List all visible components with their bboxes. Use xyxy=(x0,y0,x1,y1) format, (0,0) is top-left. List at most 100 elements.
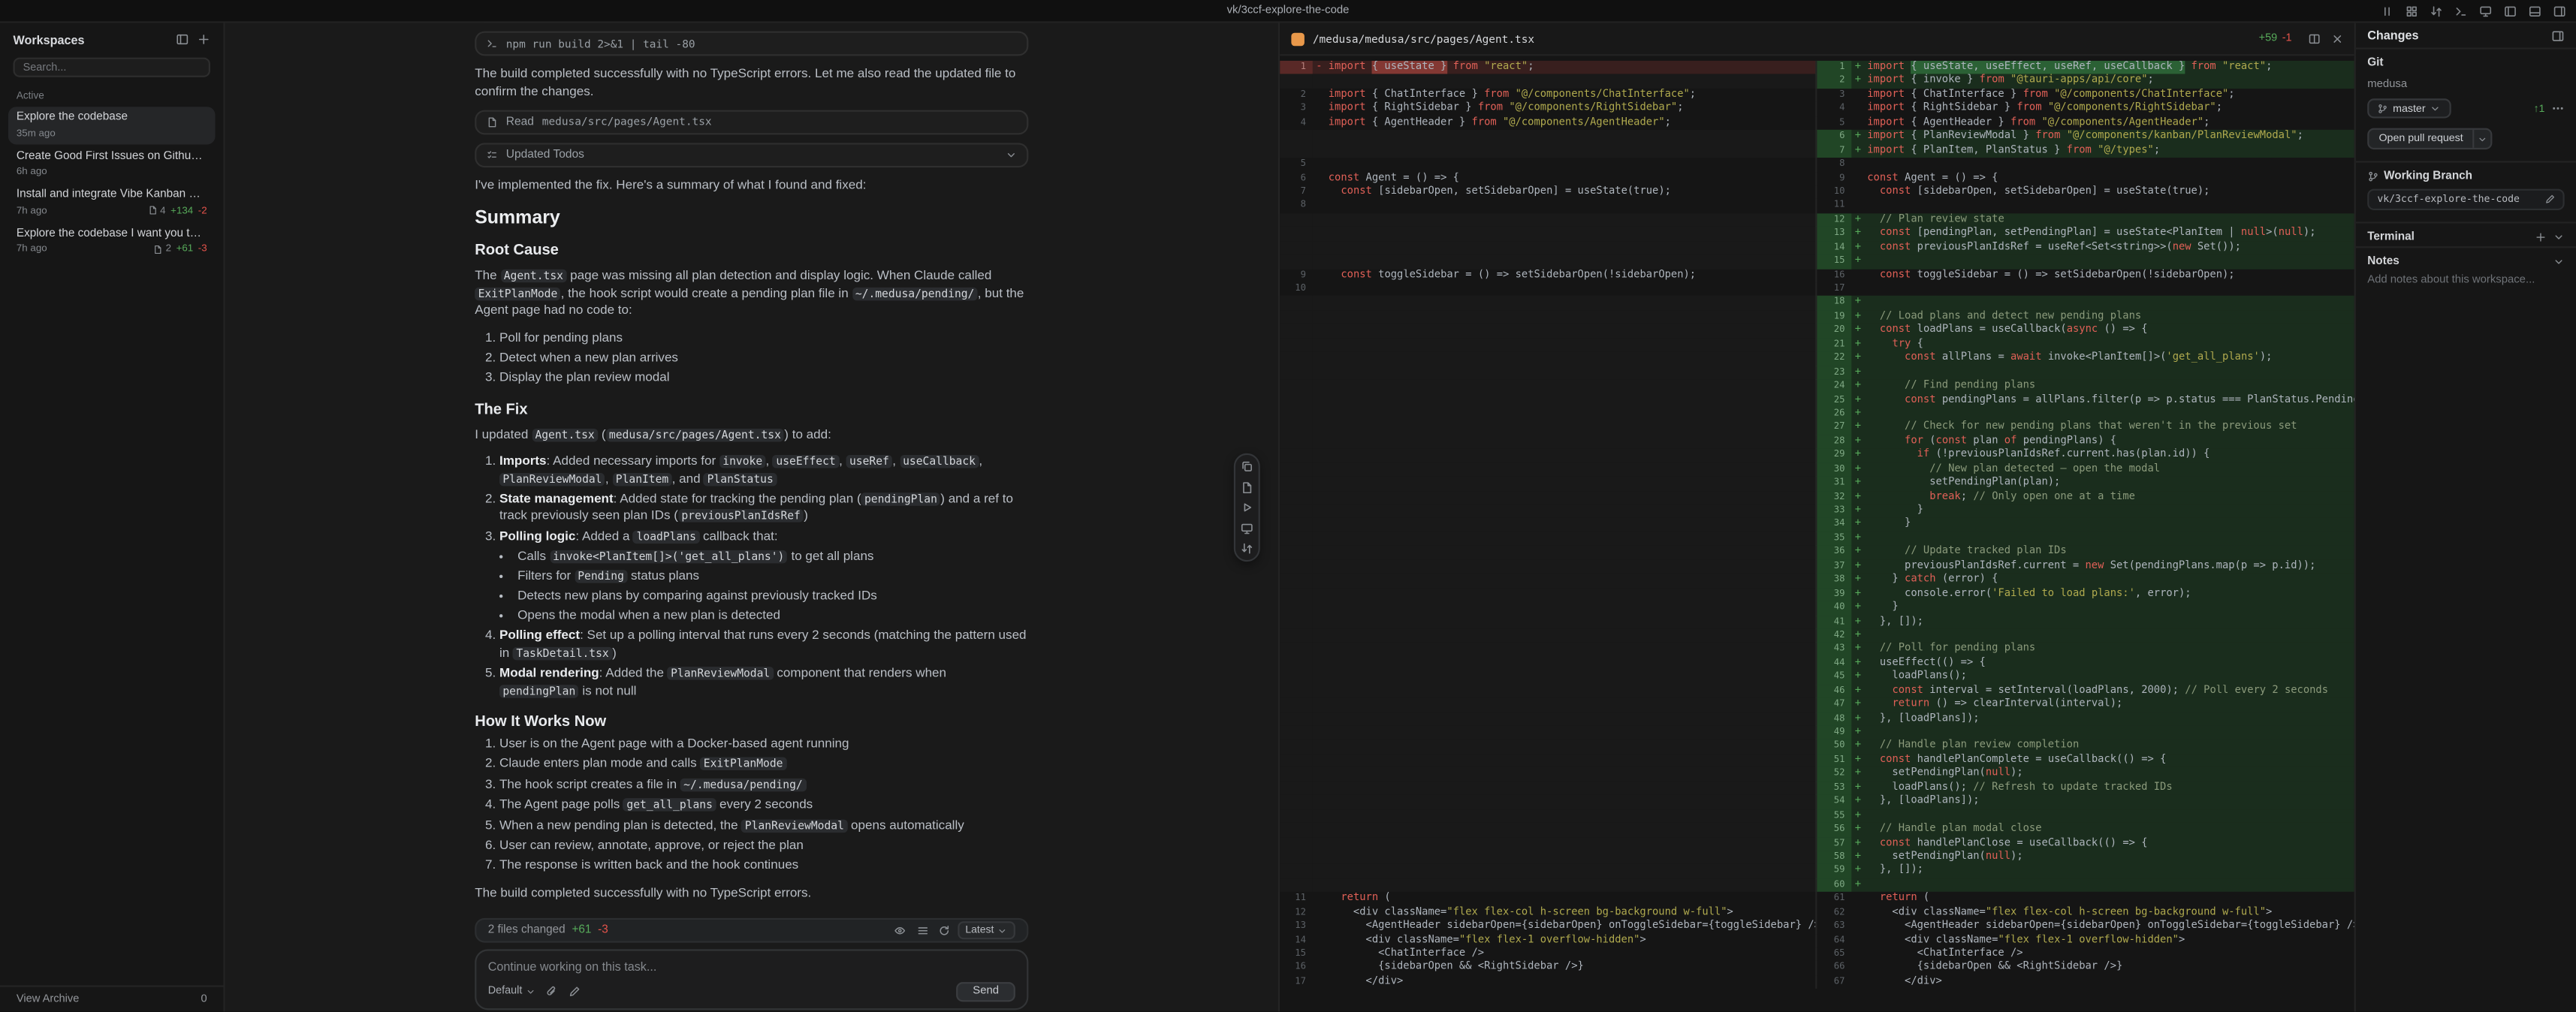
chevron-down-icon xyxy=(2430,103,2441,113)
diff-code-line xyxy=(1313,712,1815,725)
list-item: Calls invoke<PlanItem[]>('get_all_plans'… xyxy=(517,549,1028,566)
diff-line-number xyxy=(1280,449,1313,462)
diff-code-line xyxy=(1313,532,1815,545)
panel-left-icon[interactable] xyxy=(2504,4,2517,17)
conversation-scroll[interactable]: npm run build 2>&1 | tail -80The build c… xyxy=(225,23,1278,912)
monitor-icon[interactable] xyxy=(2479,4,2493,17)
panel-icon[interactable] xyxy=(176,33,189,47)
panel-right-icon[interactable] xyxy=(2553,4,2566,17)
plus-icon[interactable] xyxy=(2535,231,2546,242)
panel-bottom-icon[interactable] xyxy=(2529,4,2542,17)
diff-line-number xyxy=(1280,615,1313,628)
working-branch-section: Working Branch xyxy=(2356,163,2576,186)
open-pr-caret[interactable] xyxy=(2473,130,2491,148)
overflow-menu-icon[interactable] xyxy=(2551,102,2565,116)
branch-selector[interactable]: master xyxy=(2367,98,2451,118)
diff-line-number: 17 xyxy=(1280,975,1313,989)
terminal-section[interactable]: Terminal xyxy=(2356,224,2576,247)
diff-line-number: 5 xyxy=(1815,116,1851,130)
send-button[interactable]: Send xyxy=(956,981,1015,1001)
diff-line-number: 8 xyxy=(1280,200,1313,213)
diff-row: 23+ xyxy=(1280,366,2354,379)
diff-code-line xyxy=(1313,629,1815,643)
diff-code-line xyxy=(1313,462,1815,476)
diff-line-number xyxy=(1280,574,1313,587)
workspace-item[interactable]: Explore the codebase I want you to ex...… xyxy=(8,222,216,259)
open-pr-button[interactable]: Open pull request xyxy=(2367,128,2493,149)
monitor-icon[interactable] xyxy=(1241,522,1254,535)
terminal-icon[interactable] xyxy=(2454,4,2468,17)
chevron-down-icon[interactable] xyxy=(1006,149,1017,161)
diff-code-line: + }, []); xyxy=(1851,615,2354,628)
paperclip-icon[interactable] xyxy=(546,986,558,998)
latest-dropdown[interactable]: Latest xyxy=(957,922,1015,940)
diff-line-number: 20 xyxy=(1815,324,1851,338)
tool-call-block[interactable]: Updated Todos xyxy=(475,143,1028,167)
diff-row: 13+ const [pendingPlan, setPendingPlan] … xyxy=(1280,227,2354,240)
close-icon[interactable] xyxy=(2330,32,2342,44)
changes-summary-bar[interactable]: 2 files changed +61 -3 Latest xyxy=(475,918,1028,943)
diff-code-line: + previousPlanIdsRef.current = new Set(p… xyxy=(1851,559,2354,573)
chevron-down-icon[interactable] xyxy=(2553,231,2564,242)
diff-line-number xyxy=(1280,685,1313,698)
inline-code: get_all_plans xyxy=(623,798,716,812)
workspace-item[interactable]: Install and integrate Vibe Kanban Web...… xyxy=(8,184,216,221)
diff-line-number: 13 xyxy=(1815,227,1851,240)
diff-row: 5 8 xyxy=(1280,158,2354,171)
diff-code-line: <div className="flex flex-col h-screen b… xyxy=(1313,906,1815,920)
play-icon[interactable] xyxy=(1241,501,1254,514)
plus-icon[interactable] xyxy=(198,33,211,47)
diff-row: 6 const Agent = () => {9 const Agent = (… xyxy=(1280,172,2354,185)
message-composer[interactable]: Continue working on this task... Default… xyxy=(475,950,1028,1010)
copy-icon[interactable] xyxy=(1241,460,1254,474)
diff-line-number: 28 xyxy=(1815,435,1851,448)
inline-code: ExitPlanMode xyxy=(475,287,560,300)
notes-section[interactable]: Notes xyxy=(2356,248,2576,271)
refresh-icon[interactable] xyxy=(938,924,950,936)
diff-code-line: + const handlePlanClose = useCallback(()… xyxy=(1851,837,2354,851)
diff-row: 17 </div>67 </div> xyxy=(1280,975,2354,989)
diff-code-line: +import { PlanReviewModal } from "@/comp… xyxy=(1851,130,2354,143)
diff-line-number: 19 xyxy=(1815,310,1851,324)
diff-code-line: + // Load plans and detect new pending p… xyxy=(1851,310,2354,324)
diff-code-line: </div> xyxy=(1313,975,1815,989)
diff-code-line: + console.error('Failed to load plans:',… xyxy=(1851,587,2354,601)
edit-branch-pencil-icon[interactable] xyxy=(2544,194,2554,205)
workspace-item[interactable]: Explore the codebase35m ago xyxy=(8,107,216,143)
compare-icon[interactable] xyxy=(1241,542,1254,556)
pause-icon[interactable] xyxy=(2381,4,2394,17)
diff-split-view[interactable]: 1-import { useState } from "react";1+imp… xyxy=(1280,56,2354,1012)
workspace-item[interactable]: Create Good First Issues on Github So...… xyxy=(8,146,216,182)
compare-icon[interactable] xyxy=(2430,4,2443,17)
diff-line-number xyxy=(1280,504,1313,518)
diff-line-number: 25 xyxy=(1815,393,1851,407)
list-item: Display the plan review modal xyxy=(499,370,1028,387)
panel-right-icon[interactable] xyxy=(2551,29,2565,42)
diff-row: 38+ } catch (error) { xyxy=(1280,574,2354,587)
diff-row: 50+ // Handle plan review completion xyxy=(1280,739,2354,753)
pencil-icon[interactable] xyxy=(569,986,581,998)
eye-icon[interactable] xyxy=(894,924,906,936)
mode-dropdown[interactable]: Default xyxy=(488,986,536,997)
diff-row: 48+ }, [loadPlans]); xyxy=(1280,712,2354,725)
diff-row: 59+ }, []); xyxy=(1280,864,2354,878)
diff-row: 6+import { PlanReviewModal } from "@/com… xyxy=(1280,130,2354,143)
diff-code-line: + } xyxy=(1851,518,2354,532)
columns-icon[interactable] xyxy=(2308,32,2320,44)
diff-row: 41+ }, []); xyxy=(1280,615,2354,628)
working-branch-field[interactable]: vk/3ccf-explore-the-code xyxy=(2367,189,2565,210)
diff-row: 20+ const loadPlans = useCallback(async … xyxy=(1280,324,2354,338)
view-archive[interactable]: View Archive 0 xyxy=(0,986,224,1012)
file-icon[interactable] xyxy=(1241,480,1254,494)
diff-code-line xyxy=(1313,698,1815,712)
search-input[interactable]: Search... xyxy=(14,58,211,77)
diff-line-number: 12 xyxy=(1815,213,1851,227)
grid-icon[interactable] xyxy=(2406,4,2419,17)
list-item: User is on the Agent page with a Docker-… xyxy=(499,736,1028,753)
chevron-down-icon[interactable] xyxy=(2553,256,2564,267)
tool-call-block[interactable]: Readmedusa/src/pages/Agent.tsx xyxy=(475,110,1028,134)
changes-sidebar: Changes Git medusa master ↑1 Open pull r… xyxy=(2356,23,2576,1012)
tool-call-block[interactable]: npm run build 2>&1 | tail -80 xyxy=(475,32,1028,56)
list-icon[interactable] xyxy=(916,924,928,936)
diff-code-line xyxy=(1313,823,1815,836)
